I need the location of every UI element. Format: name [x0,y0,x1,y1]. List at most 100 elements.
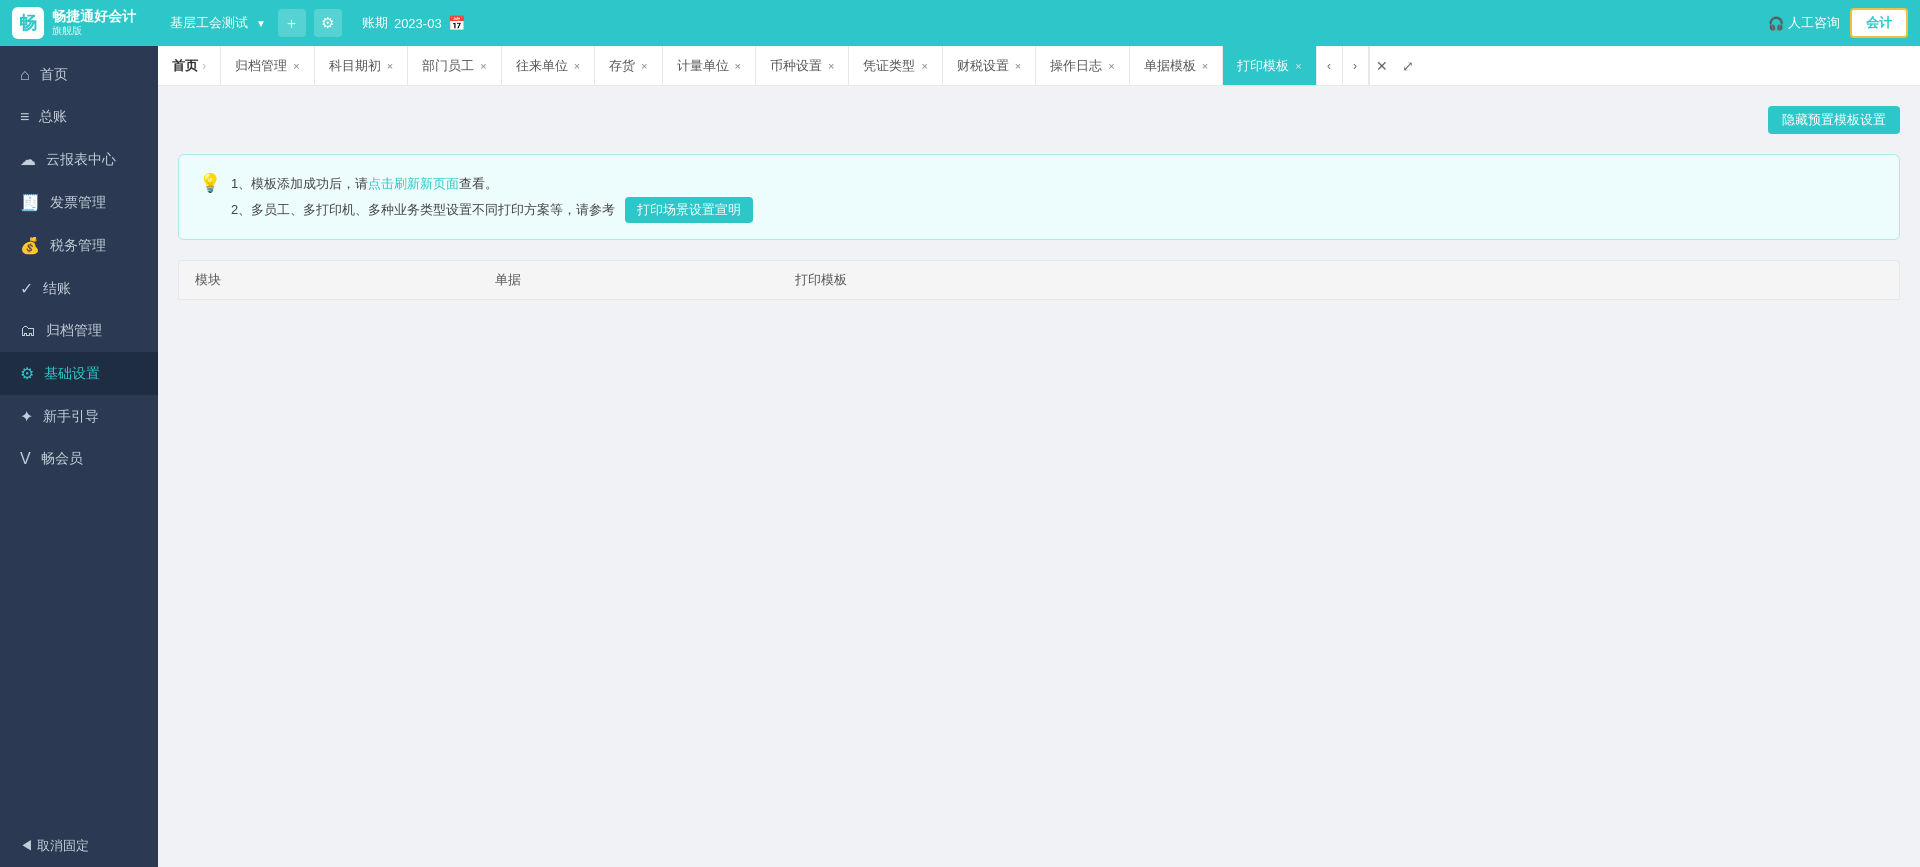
print-scene-button[interactable]: 打印场景设置宣明 [625,197,753,223]
tab-unit-label: 计量单位 [677,57,729,75]
tab-close-icon[interactable]: × [574,60,580,72]
sidebar: ⌂ 首页 ≡ 总账 ☁ 云报表中心 🧾 发票管理 💰 税务管理 ✓ 结账 🗂 归… [0,46,158,867]
tab-close-icon[interactable]: × [828,60,834,72]
tab-inventory[interactable]: 存货 × [595,46,662,86]
sidebar-item-home[interactable]: ⌂ 首页 [0,54,158,96]
project-selector[interactable]: 基层工会测试 ▼ [170,14,266,32]
top-bar: 畅 畅捷通好会计 旗舰版 基层工会测试 ▼ ＋ ⚙ 账期 2023-03 📅 🎧… [0,0,1920,46]
tab-close-icon[interactable]: × [921,60,927,72]
sidebar-item-vip[interactable]: V 畅会员 [0,438,158,480]
chevron-down-icon: ▼ [256,18,266,29]
col-module-header: 模块 [179,261,479,299]
sidebar-item-label: 税务管理 [50,237,106,255]
col-template-header: 打印模板 [779,261,1899,299]
sidebar-item-invoice[interactable]: 🧾 发票管理 [0,181,158,224]
vip-icon: V [20,450,31,468]
tab-voucher-label: 凭证类型 [863,57,915,75]
tab-home-label: 首页 [172,57,198,75]
sidebar-item-label: 云报表中心 [46,151,116,169]
settings-icon: ⚙ [20,364,34,383]
hide-template-button[interactable]: 隐藏预置模板设置 [1768,106,1900,134]
refresh-link[interactable]: 点击刷新新页面 [368,176,459,191]
main-layout: ⌂ 首页 ≡ 总账 ☁ 云报表中心 🧾 发票管理 💰 税务管理 ✓ 结账 🗂 归… [0,46,1920,867]
logo-icon: 畅 [12,7,44,39]
cloud-icon: ☁ [20,150,36,169]
cancel-fixed-label: ◀ 取消固定 [20,837,89,855]
tax-icon: 💰 [20,236,40,255]
sidebar-item-tax[interactable]: 💰 税务管理 [0,224,158,267]
logo-sub: 旗舰版 [52,24,136,38]
tab-supplier[interactable]: 往来单位 × [502,46,595,86]
logo-area: 畅 畅捷通好会计 旗舰版 [12,7,170,39]
cancel-fixed-button[interactable]: ◀ 取消固定 [0,825,158,867]
tab-unit[interactable]: 计量单位 × [663,46,756,86]
tab-archive[interactable]: 归档管理 × [221,46,314,86]
settings-icon-button[interactable]: ⚙ [314,9,342,37]
tab-voucher[interactable]: 凭证类型 × [849,46,942,86]
tab-close-icon[interactable]: × [480,60,486,72]
sidebar-item-reports[interactable]: ☁ 云报表中心 [0,138,158,181]
tab-prev-button[interactable]: ‹ [1317,46,1343,86]
tab-oplog[interactable]: 操作日志 × [1036,46,1129,86]
kuaiji-button[interactable]: 会计 [1850,8,1908,38]
tab-close-icon[interactable]: × [641,60,647,72]
tab-printtemplate-label: 打印模板 [1237,57,1289,75]
tab-close-all-button[interactable]: ✕ [1369,46,1395,86]
tab-printtemplate[interactable]: 打印模板 × [1223,46,1316,86]
tab-taxsettings[interactable]: 财税设置 × [943,46,1036,86]
tab-close-icon[interactable]: × [735,60,741,72]
sidebar-item-label: 发票管理 [50,194,106,212]
calendar-icon[interactable]: 📅 [448,15,465,31]
tab-close-icon[interactable]: × [1295,60,1301,72]
top-right: 🎧 人工咨询 会计 [1768,8,1908,38]
sidebar-item-label: 总账 [39,108,67,126]
tab-department-label: 部门员工 [422,57,474,75]
logo-name: 畅捷通好会计 [52,8,136,25]
tab-supplier-label: 往来单位 [516,57,568,75]
notice-box: 💡 1、模板添加成功后，请点击刷新新页面查看。 2、多员工、多打印机、多种业务类… [178,154,1900,240]
bulb-icon: 💡 [199,172,221,194]
tab-close-icon[interactable]: × [1108,60,1114,72]
tab-currency-label: 币种设置 [770,57,822,75]
ledger-icon: ≡ [20,108,29,126]
sidebar-item-label: 归档管理 [46,322,102,340]
tab-home-separator: › [202,58,206,73]
tab-subject[interactable]: 科目期初 × [315,46,408,86]
customer-service-button[interactable]: 🎧 人工咨询 [1768,14,1840,32]
add-tab-button[interactable]: ＋ [278,9,306,37]
tab-close-icon[interactable]: × [293,60,299,72]
notice-text: 1、模板添加成功后，请点击刷新新页面查看。 2、多员工、多打印机、多种业务类型设… [231,171,753,223]
tab-close-icon[interactable]: × [1202,60,1208,72]
period-label: 账期 2023-03 📅 [362,14,465,32]
invoice-icon: 🧾 [20,193,40,212]
tab-close-icon[interactable]: × [387,60,393,72]
tab-oplog-label: 操作日志 [1050,57,1102,75]
tab-home[interactable]: 首页 › [158,46,221,86]
sidebar-item-archive[interactable]: 🗂 归档管理 [0,310,158,352]
tab-department[interactable]: 部门员工 × [408,46,501,86]
sidebar-item-settings[interactable]: ⚙ 基础设置 [0,352,158,395]
tab-singleform-label: 单据模板 [1144,57,1196,75]
home-icon: ⌂ [20,66,30,84]
close-account-icon: ✓ [20,279,33,298]
tab-expand-button[interactable]: ⤢ [1395,46,1421,86]
project-name: 基层工会测试 [170,14,248,32]
sidebar-item-label: 畅会员 [41,450,83,468]
top-action-row: 隐藏预置模板设置 [178,106,1900,144]
sidebar-item-ledger[interactable]: ≡ 总账 [0,96,158,138]
tab-currency[interactable]: 币种设置 × [756,46,849,86]
tab-inventory-label: 存货 [609,57,635,75]
sidebar-item-label: 基础设置 [44,365,100,383]
tab-close-icon[interactable]: × [1015,60,1021,72]
page-content: 隐藏预置模板设置 💡 1、模板添加成功后，请点击刷新新页面查看。 2、多员工、多… [158,86,1920,867]
guide-icon: ✦ [20,407,33,426]
tab-singleform[interactable]: 单据模板 × [1130,46,1223,86]
sidebar-item-close[interactable]: ✓ 结账 [0,267,158,310]
content-area: 首页 › 归档管理 × 科目期初 × 部门员工 × 往来单位 × 存货 × [158,46,1920,867]
tab-taxsettings-label: 财税设置 [957,57,1009,75]
sidebar-item-guide[interactable]: ✦ 新手引导 [0,395,158,438]
headset-icon: 🎧 [1768,16,1784,31]
tab-next-button[interactable]: › [1343,46,1369,86]
sidebar-item-label: 新手引导 [43,408,99,426]
tab-archive-label: 归档管理 [235,57,287,75]
